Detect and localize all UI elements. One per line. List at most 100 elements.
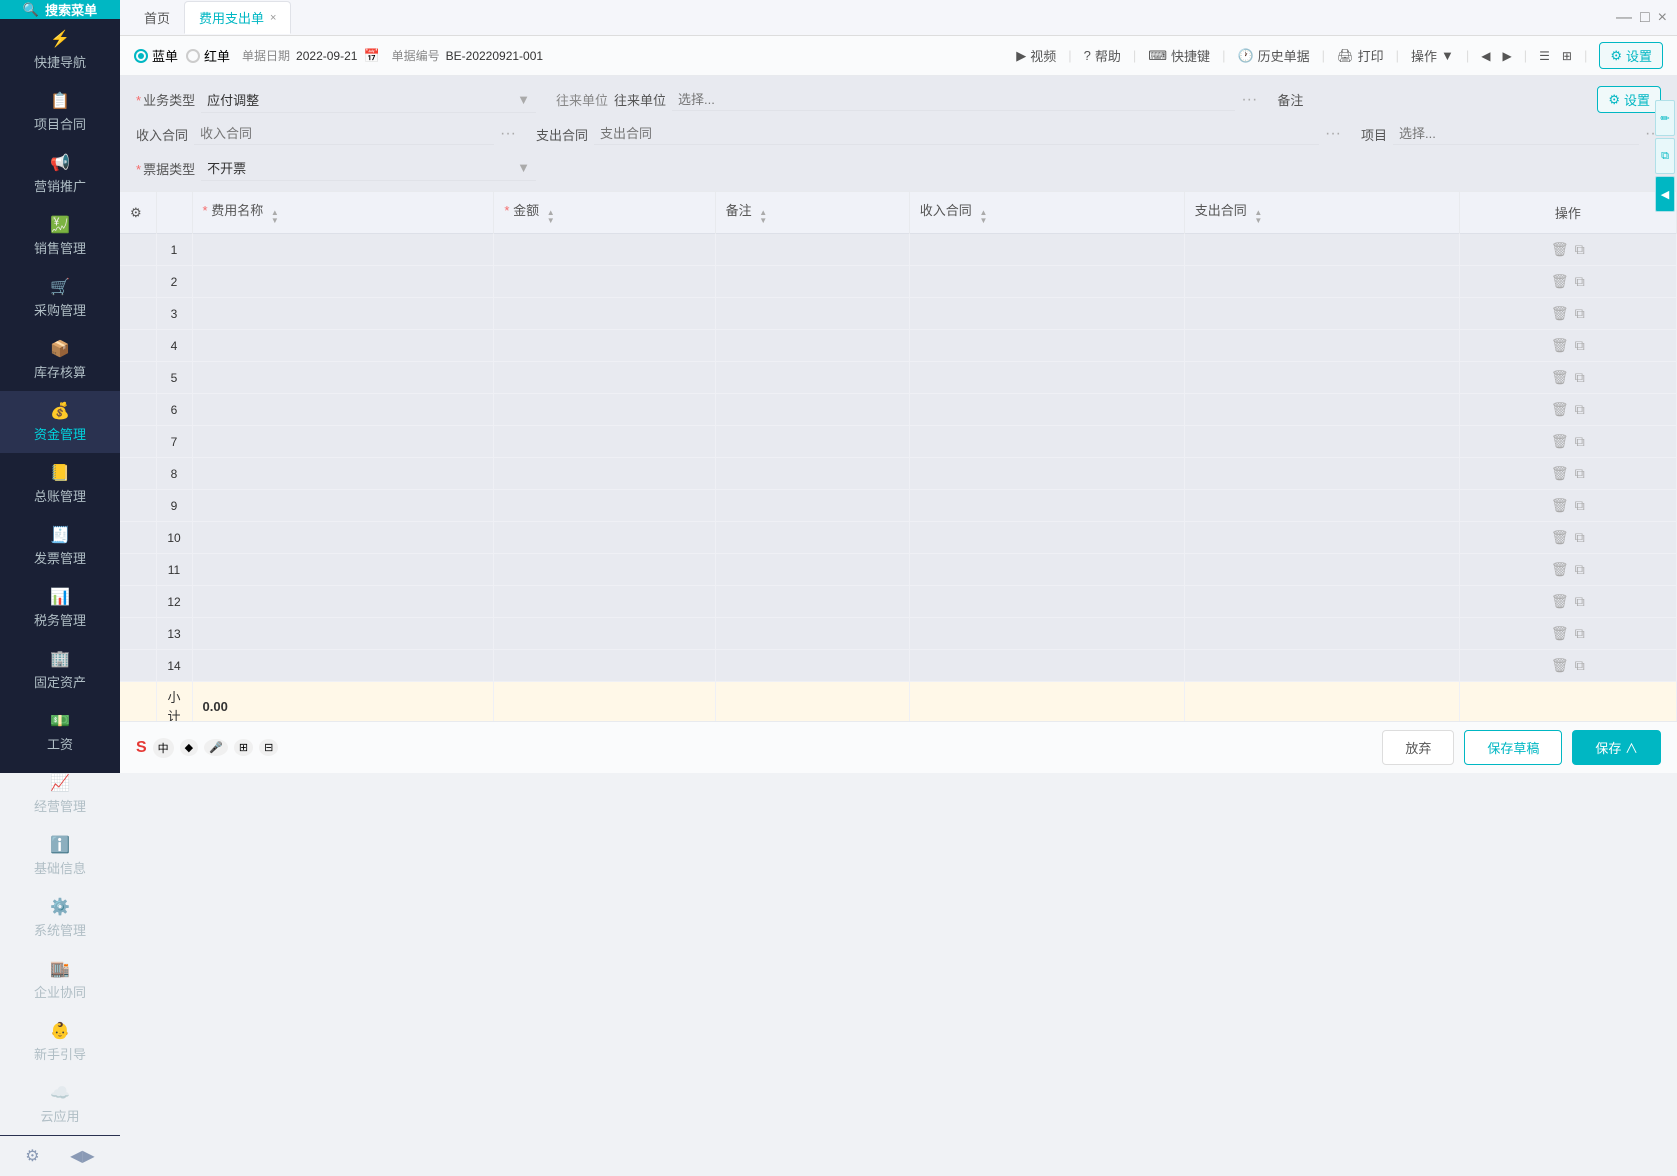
project-input[interactable] xyxy=(1393,123,1639,145)
cell-income-contract-10[interactable] xyxy=(909,522,1184,554)
cell-expense-name-9[interactable] xyxy=(192,490,494,522)
cell-amount-4[interactable] xyxy=(494,330,715,362)
cell-note-1[interactable] xyxy=(715,234,909,266)
cell-amount-11[interactable] xyxy=(494,554,715,586)
copy-row-1[interactable]: ⧉ xyxy=(1575,241,1585,258)
copy-row-5[interactable]: ⧉ xyxy=(1575,369,1585,386)
cell-note-2[interactable] xyxy=(715,266,909,298)
cell-note-12[interactable] xyxy=(715,586,909,618)
cell-income-contract-6[interactable] xyxy=(909,394,1184,426)
toolbar-nav-next[interactable]: ▶ xyxy=(1502,49,1511,63)
cell-amount-14[interactable] xyxy=(494,650,715,682)
cell-amount-7[interactable] xyxy=(494,426,715,458)
sort-arrows-income[interactable]: ▲ ▼ xyxy=(979,209,987,225)
sidebar-item-invoice[interactable]: 🧾 发票管理 xyxy=(0,515,120,577)
red-single-radio[interactable]: 红单 xyxy=(186,46,230,65)
cell-expense-name-6[interactable] xyxy=(192,394,494,426)
delete-row-13[interactable]: 🗑 xyxy=(1551,625,1569,642)
toolbar-shortcut-btn[interactable]: ⌨ 快捷键 xyxy=(1148,46,1210,65)
cell-note-4[interactable] xyxy=(715,330,909,362)
cell-expense-name-8[interactable] xyxy=(192,458,494,490)
right-edit-icon[interactable]: ✏ xyxy=(1655,100,1675,136)
cell-expense-contract-7[interactable] xyxy=(1184,426,1459,458)
copy-row-2[interactable]: ⧉ xyxy=(1575,273,1585,290)
date-value[interactable]: 2022-09-21 xyxy=(296,49,357,63)
copy-row-8[interactable]: ⧉ xyxy=(1575,465,1585,482)
cell-expense-name-5[interactable] xyxy=(192,362,494,394)
cell-amount-5[interactable] xyxy=(494,362,715,394)
delete-row-6[interactable]: 🗑 xyxy=(1551,401,1569,418)
tab-expense-close[interactable]: × xyxy=(270,12,276,24)
cell-amount-9[interactable] xyxy=(494,490,715,522)
cell-amount-6[interactable] xyxy=(494,394,715,426)
sidebar-item-basic-info[interactable]: ℹ️ 基础信息 xyxy=(0,825,120,887)
cell-expense-name-12[interactable] xyxy=(192,586,494,618)
cell-note-10[interactable] xyxy=(715,522,909,554)
invoice-type-select[interactable]: 不开票 ▼ xyxy=(201,155,536,181)
cell-note-14[interactable] xyxy=(715,650,909,682)
cell-amount-3[interactable] xyxy=(494,298,715,330)
toolbar-view-list[interactable]: ☰ xyxy=(1539,49,1550,63)
col-settings[interactable]: ⚙ xyxy=(120,192,156,234)
sidebar-item-newcomer[interactable]: 👶 新手引导 xyxy=(0,1011,120,1073)
cell-expense-name-4[interactable] xyxy=(192,330,494,362)
sidebar-item-payroll[interactable]: 💵 工资 xyxy=(0,701,120,763)
cell-expense-name-13[interactable] xyxy=(192,618,494,650)
copy-row-14[interactable]: ⧉ xyxy=(1575,657,1585,674)
cell-expense-name-11[interactable] xyxy=(192,554,494,586)
sort-arrows-note[interactable]: ▲ ▼ xyxy=(759,209,767,225)
partner-dots[interactable]: ··· xyxy=(1241,91,1257,109)
cell-expense-contract-8[interactable] xyxy=(1184,458,1459,490)
brand-mic-icon[interactable]: 🎤 xyxy=(204,739,228,756)
sidebar-item-marketing[interactable]: 📢 营销推广 xyxy=(0,143,120,205)
expense-contract-input[interactable] xyxy=(594,123,1319,145)
cell-expense-contract-12[interactable] xyxy=(1184,586,1459,618)
cell-expense-contract-5[interactable] xyxy=(1184,362,1459,394)
calendar-icon[interactable]: 📅 xyxy=(363,48,379,64)
cell-expense-name-10[interactable] xyxy=(192,522,494,554)
sidebar-item-ledger[interactable]: 📒 总账管理 xyxy=(0,453,120,515)
delete-row-7[interactable]: 🗑 xyxy=(1551,433,1569,450)
cell-amount-12[interactable] xyxy=(494,586,715,618)
copy-row-3[interactable]: ⧉ xyxy=(1575,305,1585,322)
copy-row-7[interactable]: ⧉ xyxy=(1575,433,1585,450)
expense-contract-dots[interactable]: ··· xyxy=(1325,125,1341,143)
cell-income-contract-8[interactable] xyxy=(909,458,1184,490)
brand-grid-icon[interactable]: ⊞ xyxy=(234,739,253,756)
cell-expense-contract-2[interactable] xyxy=(1184,266,1459,298)
settings-btn-2[interactable]: ⚙ 设置 xyxy=(1597,86,1661,113)
toolbar-print-btn[interactable]: 🖨 打印 xyxy=(1337,46,1384,65)
cell-expense-contract-3[interactable] xyxy=(1184,298,1459,330)
income-contract-dots[interactable]: ··· xyxy=(500,125,516,143)
copy-row-4[interactable]: ⧉ xyxy=(1575,337,1585,354)
cell-note-11[interactable] xyxy=(715,554,909,586)
sort-arrows-expense-contract[interactable]: ▲ ▼ xyxy=(1254,209,1262,225)
delete-row-1[interactable]: 🗑 xyxy=(1551,241,1569,258)
delete-row-4[interactable]: 🗑 xyxy=(1551,337,1569,354)
right-copy-icon[interactable]: ⧉ xyxy=(1655,138,1675,174)
tab-expense[interactable]: 费用支出单 × xyxy=(184,1,291,34)
cell-expense-contract-11[interactable] xyxy=(1184,554,1459,586)
cell-note-13[interactable] xyxy=(715,618,909,650)
cell-note-9[interactable] xyxy=(715,490,909,522)
sidebar-item-system[interactable]: ⚙️ 系统管理 xyxy=(0,887,120,949)
cell-expense-contract-14[interactable] xyxy=(1184,650,1459,682)
delete-row-14[interactable]: 🗑 xyxy=(1551,657,1569,674)
cell-amount-2[interactable] xyxy=(494,266,715,298)
cell-income-contract-13[interactable] xyxy=(909,618,1184,650)
delete-row-5[interactable]: 🗑 xyxy=(1551,369,1569,386)
cell-income-contract-2[interactable] xyxy=(909,266,1184,298)
cell-note-3[interactable] xyxy=(715,298,909,330)
cell-income-contract-11[interactable] xyxy=(909,554,1184,586)
cell-income-contract-9[interactable] xyxy=(909,490,1184,522)
th-expense-name[interactable]: 费用名称 ▲ ▼ xyxy=(192,192,494,234)
cell-income-contract-14[interactable] xyxy=(909,650,1184,682)
window-maximize-btn[interactable]: □ xyxy=(1640,9,1650,27)
cell-expense-contract-4[interactable] xyxy=(1184,330,1459,362)
toolbar-help-btn[interactable]: ? 帮助 xyxy=(1084,46,1121,65)
sidebar-item-tax[interactable]: 📊 税务管理 xyxy=(0,577,120,639)
copy-row-6[interactable]: ⧉ xyxy=(1575,401,1585,418)
delete-row-11[interactable]: 🗑 xyxy=(1551,561,1569,578)
speaker-icon[interactable]: ◀▶ xyxy=(70,1146,95,1166)
copy-row-12[interactable]: ⧉ xyxy=(1575,593,1585,610)
